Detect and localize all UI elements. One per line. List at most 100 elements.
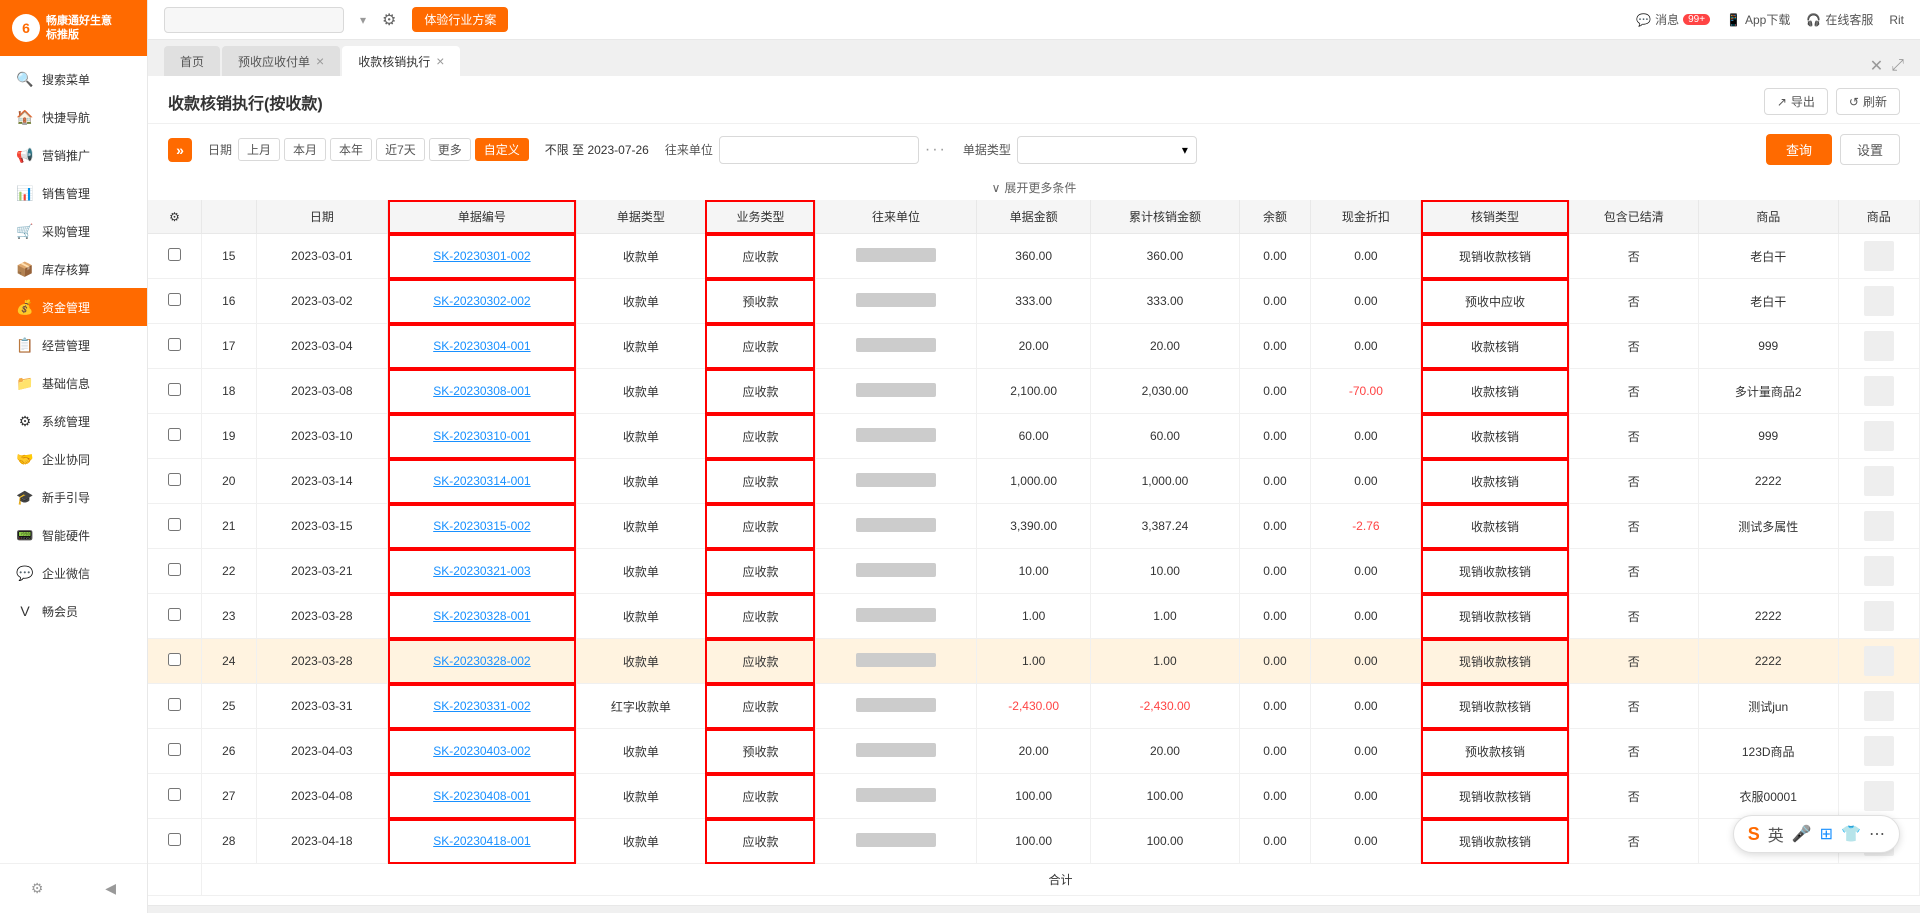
td-checkbox[interactable]: [148, 639, 201, 684]
th-party[interactable]: 往来单位: [815, 200, 976, 234]
td-checkbox[interactable]: [148, 549, 201, 594]
sohu-grid-icon[interactable]: ⊞: [1820, 824, 1833, 844]
td-voucher-no[interactable]: SK-20230302-002: [388, 279, 577, 324]
filter-party-more-icon[interactable]: ···: [925, 141, 947, 159]
row-checkbox[interactable]: [168, 428, 181, 441]
sohu-text-icon[interactable]: 英: [1768, 822, 1784, 846]
td-checkbox[interactable]: [148, 324, 201, 369]
sidebar-item-quicknav[interactable]: 🏠快捷导航: [0, 98, 147, 136]
sohu-shirt-icon[interactable]: 👕: [1841, 824, 1861, 844]
row-checkbox[interactable]: [168, 563, 181, 576]
topbar-service[interactable]: 🎧 在线客服: [1806, 11, 1873, 28]
filter-voucher-type-select[interactable]: ▾: [1017, 136, 1197, 164]
voucher-link[interactable]: SK-20230328-002: [433, 654, 530, 668]
voucher-link[interactable]: SK-20230328-001: [433, 609, 530, 623]
row-checkbox[interactable]: [168, 293, 181, 306]
td-voucher-no[interactable]: SK-20230331-002: [388, 684, 577, 729]
th-biz-type[interactable]: 业务类型: [705, 200, 815, 234]
voucher-link[interactable]: SK-20230301-002: [433, 249, 530, 263]
sidebar-item-inventory[interactable]: 📦库存核算: [0, 250, 147, 288]
th-total-cancel[interactable]: 累计核销金额: [1091, 200, 1239, 234]
th-voucher-no[interactable]: 单据编号: [388, 200, 577, 234]
voucher-link[interactable]: SK-20230315-002: [433, 519, 530, 533]
sidebar-item-search[interactable]: 🔍搜索菜单: [0, 60, 147, 98]
sohu-more-icon[interactable]: ⋯: [1869, 824, 1885, 844]
sohu-mic-icon[interactable]: 🎤: [1792, 824, 1812, 844]
row-checkbox[interactable]: [168, 248, 181, 261]
tab-home[interactable]: 首页: [164, 46, 220, 76]
th-gear[interactable]: ⚙: [148, 200, 201, 234]
td-checkbox[interactable]: [148, 819, 201, 864]
voucher-link[interactable]: SK-20230418-001: [433, 834, 530, 848]
td-checkbox[interactable]: [148, 459, 201, 504]
row-checkbox[interactable]: [168, 383, 181, 396]
tab-cancellation-close-icon[interactable]: ×: [436, 54, 444, 68]
tab-receivable-close-icon[interactable]: ×: [316, 54, 324, 68]
filter-query-button[interactable]: 查询: [1766, 134, 1832, 165]
sidebar-item-purchase[interactable]: 🛒采购管理: [0, 212, 147, 250]
td-voucher-no[interactable]: SK-20230321-003: [388, 549, 577, 594]
filter-date-7days[interactable]: 近7天: [376, 138, 425, 161]
voucher-link[interactable]: SK-20230408-001: [433, 789, 530, 803]
topbar-dropdown-icon[interactable]: ▾: [360, 13, 366, 27]
voucher-link[interactable]: SK-20230308-001: [433, 384, 530, 398]
td-checkbox[interactable]: [148, 504, 201, 549]
row-checkbox[interactable]: [168, 518, 181, 531]
td-voucher-no[interactable]: SK-20230408-001: [388, 774, 577, 819]
topbar-messages[interactable]: 💬 消息 99+: [1636, 11, 1710, 28]
th-include-settled[interactable]: 包含已结清: [1569, 200, 1698, 234]
th-balance[interactable]: 余额: [1239, 200, 1311, 234]
row-checkbox[interactable]: [168, 743, 181, 756]
sidebar-item-member[interactable]: V畅会员: [0, 592, 147, 630]
voucher-link[interactable]: SK-20230331-002: [433, 699, 530, 713]
sidebar-item-finance[interactable]: 💰资金管理: [0, 288, 147, 326]
td-voucher-no[interactable]: SK-20230304-001: [388, 324, 577, 369]
voucher-link[interactable]: SK-20230403-002: [433, 744, 530, 758]
row-checkbox[interactable]: [168, 473, 181, 486]
td-checkbox[interactable]: [148, 684, 201, 729]
filter-date-this-month[interactable]: 本月: [284, 138, 326, 161]
voucher-link[interactable]: SK-20230310-001: [433, 429, 530, 443]
filter-settings-button[interactable]: 设置: [1840, 134, 1900, 165]
td-voucher-no[interactable]: SK-20230328-002: [388, 639, 577, 684]
td-voucher-no[interactable]: SK-20230301-002: [388, 234, 577, 279]
filter-date-this-year[interactable]: 本年: [330, 138, 372, 161]
td-voucher-no[interactable]: SK-20230308-001: [388, 369, 577, 414]
refresh-button[interactable]: ↺ 刷新: [1836, 88, 1900, 115]
row-checkbox[interactable]: [168, 653, 181, 666]
td-checkbox[interactable]: [148, 369, 201, 414]
row-checkbox[interactable]: [168, 338, 181, 351]
th-cash-discount[interactable]: 现金折扣: [1311, 200, 1421, 234]
voucher-link[interactable]: SK-20230304-001: [433, 339, 530, 353]
filter-party-input[interactable]: [719, 136, 919, 164]
export-button[interactable]: ↗ 导出: [1764, 88, 1828, 115]
sidebar-item-enterprise[interactable]: 🤝企业协同: [0, 440, 147, 478]
td-voucher-no[interactable]: SK-20230315-002: [388, 504, 577, 549]
sidebar-item-base[interactable]: 📁基础信息: [0, 364, 147, 402]
td-voucher-no[interactable]: SK-20230403-002: [388, 729, 577, 774]
topbar-solution-button[interactable]: 体验行业方案: [412, 7, 508, 32]
topbar-gear-icon[interactable]: ⚙: [382, 10, 396, 30]
td-voucher-no[interactable]: SK-20230418-001: [388, 819, 577, 864]
sidebar-item-marketing[interactable]: 📢营销推广: [0, 136, 147, 174]
sidebar-item-hardware[interactable]: 📟智能硬件: [0, 516, 147, 554]
sidebar-collapse-icon[interactable]: ◀: [97, 872, 124, 905]
td-voucher-no[interactable]: SK-20230328-001: [388, 594, 577, 639]
td-checkbox[interactable]: [148, 234, 201, 279]
row-checkbox[interactable]: [168, 698, 181, 711]
tab-cancellation[interactable]: 收款核销执行 ×: [342, 46, 460, 76]
td-voucher-no[interactable]: SK-20230310-001: [388, 414, 577, 459]
filter-date-more[interactable]: 更多: [429, 138, 471, 161]
filter-date-prev-month[interactable]: 上月: [238, 138, 280, 161]
voucher-link[interactable]: SK-20230314-001: [433, 474, 530, 488]
row-checkbox[interactable]: [168, 788, 181, 801]
td-checkbox[interactable]: [148, 594, 201, 639]
sidebar-settings-icon[interactable]: ⚙: [23, 872, 52, 905]
tab-receivable[interactable]: 预收应收付单 ×: [222, 46, 340, 76]
tabbar-expand-icon[interactable]: ⤢: [1891, 57, 1904, 75]
horizontal-scrollbar[interactable]: [148, 905, 1920, 913]
th-goods[interactable]: 商品: [1698, 200, 1838, 234]
td-checkbox[interactable]: [148, 414, 201, 459]
filter-expand-button[interactable]: »: [168, 138, 192, 162]
voucher-link[interactable]: SK-20230321-003: [433, 564, 530, 578]
